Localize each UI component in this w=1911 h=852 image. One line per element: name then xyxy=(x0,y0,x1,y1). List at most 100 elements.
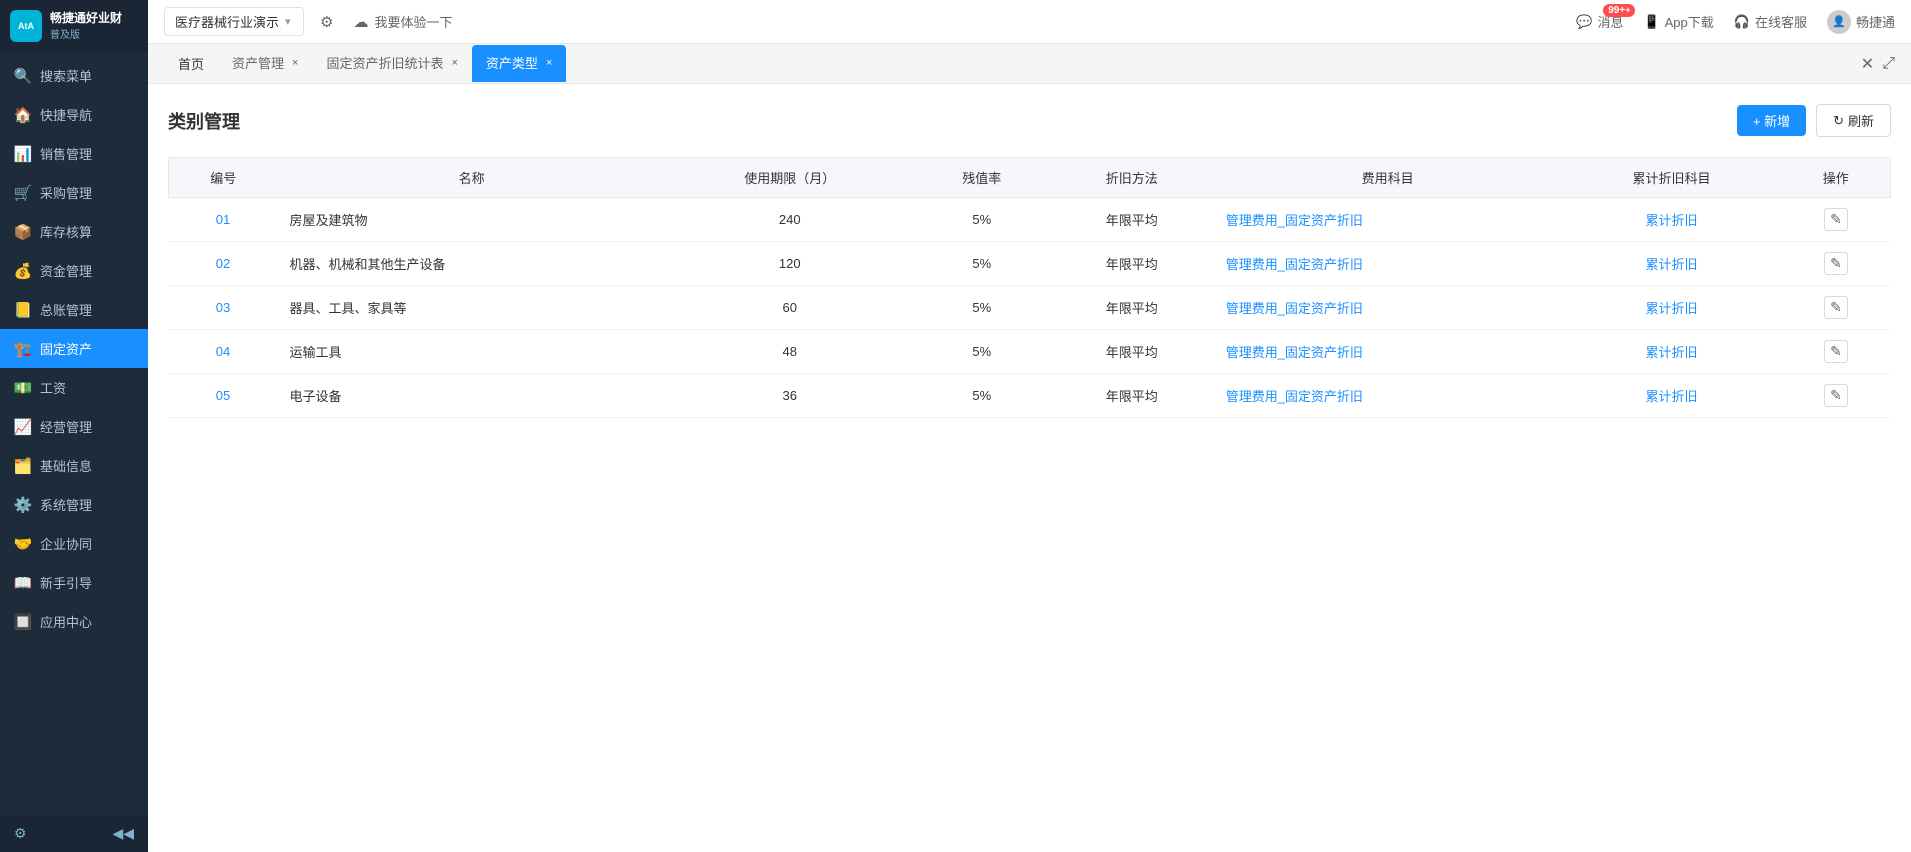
col-period: 使用期限（月） xyxy=(666,158,914,198)
refresh-button[interactable]: ↻ 刷新 xyxy=(1816,104,1891,137)
sidebar-item-operations[interactable]: 📈 经营管理 xyxy=(0,407,148,446)
customer-service-label: 在线客服 xyxy=(1755,12,1807,31)
tab-depreciation[interactable]: 固定资产折旧统计表 × xyxy=(312,45,471,82)
cell-period-1: 120 xyxy=(666,242,914,286)
sidebar-item-capital[interactable]: 💰 资金管理 xyxy=(0,251,148,290)
tab-asset-type-close[interactable]: × xyxy=(546,57,552,69)
sidebar-item-system[interactable]: ⚙️ 系统管理 xyxy=(0,485,148,524)
sidebar-item-label: 销售管理 xyxy=(40,144,92,163)
sidebar-item-inventory[interactable]: 📦 库存核算 xyxy=(0,212,148,251)
cell-residual-0: 5% xyxy=(914,198,1050,242)
table-row: 04 运输工具 48 5% 年限平均 管理费用_固定资产折旧 累计折旧 ✎ xyxy=(169,330,1891,374)
cell-cumulative-1: 累计折旧 xyxy=(1561,242,1781,286)
edit-btn-0[interactable]: ✎ xyxy=(1824,208,1848,231)
edit-btn-1[interactable]: ✎ xyxy=(1824,252,1848,275)
maximize-icon[interactable]: ⤢ xyxy=(1882,55,1895,73)
tab-home[interactable]: 首页 xyxy=(164,46,218,81)
sidebar-item-fixed-assets[interactable]: 🏗️ 固定资产 xyxy=(0,329,148,368)
cell-residual-3: 5% xyxy=(914,330,1050,374)
user-btn[interactable]: 👤 畅捷通 xyxy=(1827,10,1895,34)
new-button[interactable]: + 新增 xyxy=(1737,105,1806,136)
customer-service-btn[interactable]: 🎧 在线客服 xyxy=(1734,12,1807,31)
table-row: 05 电子设备 36 5% 年限平均 管理费用_固定资产折旧 累计折旧 ✎ xyxy=(169,374,1891,418)
cloud-icon: ☁ xyxy=(353,13,368,31)
topbar: 医疗器械行业演示 ▾ ⚙ ☁ 我要体验一下 💬 消息 99++ 📱 App下载 … xyxy=(148,0,1911,44)
main-area: 医疗器械行业演示 ▾ ⚙ ☁ 我要体验一下 💬 消息 99++ 📱 App下载 … xyxy=(148,0,1911,852)
edit-btn-3[interactable]: ✎ xyxy=(1824,340,1848,363)
sidebar-item-label: 企业协同 xyxy=(40,534,92,553)
sidebar-item-cooperation[interactable]: 🤝 企业协同 xyxy=(0,524,148,563)
sidebar-item-sales[interactable]: 📊 销售管理 xyxy=(0,134,148,173)
cell-subject-1: 管理费用_固定资产折旧 xyxy=(1214,242,1562,286)
app-selector[interactable]: 医疗器械行业演示 ▾ xyxy=(164,7,304,36)
cell-residual-4: 5% xyxy=(914,374,1050,418)
gear-icon[interactable]: ⚙ xyxy=(320,13,333,31)
app-selector-label: 医疗器械行业演示 xyxy=(175,12,279,31)
cell-method-0: 年限平均 xyxy=(1050,198,1214,242)
col-residual: 残值率 xyxy=(914,158,1050,198)
refresh-label: 刷新 xyxy=(1848,111,1874,130)
sidebar-item-basic-info[interactable]: 🗂️ 基础信息 xyxy=(0,446,148,485)
tab-asset-mgmt-label: 资产管理 xyxy=(232,53,284,72)
col-action: 操作 xyxy=(1781,158,1890,198)
headset-icon: 🎧 xyxy=(1734,14,1750,30)
sidebar-item-ledger[interactable]: 📒 总账管理 xyxy=(0,290,148,329)
edit-btn-4[interactable]: ✎ xyxy=(1824,384,1848,407)
col-method: 折旧方法 xyxy=(1050,158,1214,198)
col-subject: 费用科目 xyxy=(1214,158,1562,198)
sidebar-item-quick-nav[interactable]: 🏠 快捷导航 xyxy=(0,95,148,134)
cell-code-0: 01 xyxy=(169,198,278,242)
avatar: 👤 xyxy=(1827,10,1851,34)
table-row: 01 房屋及建筑物 240 5% 年限平均 管理费用_固定资产折旧 累计折旧 ✎ xyxy=(169,198,1891,242)
data-table-wrap: 编号 名称 使用期限（月） 残值率 折旧方法 费用科目 累计折旧科目 操作 01… xyxy=(168,157,1891,418)
category-table: 编号 名称 使用期限（月） 残值率 折旧方法 费用科目 累计折旧科目 操作 01… xyxy=(168,157,1891,418)
message-btn[interactable]: 💬 消息 99++ xyxy=(1576,12,1623,31)
sidebar-nav: 🔍 搜索菜单 🏠 快捷导航 📊 销售管理 🛒 采购管理 📦 库存核算 💰 资金管… xyxy=(0,52,148,815)
basic-info-icon: 🗂️ xyxy=(14,457,32,475)
cell-name-3: 运输工具 xyxy=(277,330,665,374)
chevron-down-icon: ▾ xyxy=(285,15,291,28)
sidebar-item-app-center[interactable]: 🔲 应用中心 xyxy=(0,602,148,641)
sidebar-footer: ⚙ ◀◀ xyxy=(0,815,148,852)
tab-asset-mgmt[interactable]: 资产管理 × xyxy=(218,45,312,82)
cell-code-4: 05 xyxy=(169,374,278,418)
cell-name-1: 机器、机械和其他生产设备 xyxy=(277,242,665,286)
cell-cumulative-4: 累计折旧 xyxy=(1561,374,1781,418)
page-actions: + 新增 ↻ 刷新 xyxy=(1737,104,1891,137)
app-download-btn[interactable]: 📱 App下载 xyxy=(1643,12,1713,31)
operations-icon: 📈 xyxy=(14,418,32,436)
sidebar-item-purchase[interactable]: 🛒 采购管理 xyxy=(0,173,148,212)
tab-asset-type[interactable]: 资产类型 × xyxy=(472,45,566,82)
sidebar-item-search[interactable]: 🔍 搜索菜单 xyxy=(0,56,148,95)
download-icon: 📱 xyxy=(1643,14,1659,30)
tab-asset-mgmt-close[interactable]: × xyxy=(292,57,298,69)
sidebar-title-block: 畅捷通好业财 普及版 xyxy=(50,11,122,42)
message-icon: 💬 xyxy=(1576,14,1592,30)
sidebar-item-label: 工资 xyxy=(40,378,66,397)
tabbar: 首页 资产管理 × 固定资产折旧统计表 × 资产类型 × ✕ ⤢ xyxy=(148,44,1911,84)
sidebar-item-payroll[interactable]: 💵 工资 xyxy=(0,368,148,407)
cell-subject-3: 管理费用_固定资产折旧 xyxy=(1214,330,1562,374)
sidebar-item-label: 固定资产 xyxy=(40,339,92,358)
payroll-icon: 💵 xyxy=(14,379,32,397)
cell-name-4: 电子设备 xyxy=(277,374,665,418)
sidebar-app-subtitle: 普及版 xyxy=(50,26,122,41)
page-title: 类别管理 xyxy=(168,108,240,134)
purchase-icon: 🛒 xyxy=(14,184,32,202)
col-cumulative: 累计折旧科目 xyxy=(1561,158,1781,198)
close-window-icon[interactable]: ✕ xyxy=(1861,54,1874,74)
tab-depreciation-close[interactable]: × xyxy=(451,57,457,69)
cooperation-icon: 🤝 xyxy=(14,535,32,553)
cell-code-1: 02 xyxy=(169,242,278,286)
cell-action-0: ✎ xyxy=(1781,198,1890,242)
search-icon: 🔍 xyxy=(14,67,32,85)
settings-icon[interactable]: ⚙ xyxy=(14,825,27,842)
experience-btn[interactable]: ☁ 我要体验一下 xyxy=(353,12,452,31)
sidebar-item-label: 采购管理 xyxy=(40,183,92,202)
cell-subject-2: 管理费用_固定资产折旧 xyxy=(1214,286,1562,330)
edit-btn-2[interactable]: ✎ xyxy=(1824,296,1848,319)
cell-period-2: 60 xyxy=(666,286,914,330)
sidebar-item-label: 快捷导航 xyxy=(40,105,92,124)
collapse-icon[interactable]: ◀◀ xyxy=(112,825,134,842)
sidebar-item-guide[interactable]: 📖 新手引导 xyxy=(0,563,148,602)
